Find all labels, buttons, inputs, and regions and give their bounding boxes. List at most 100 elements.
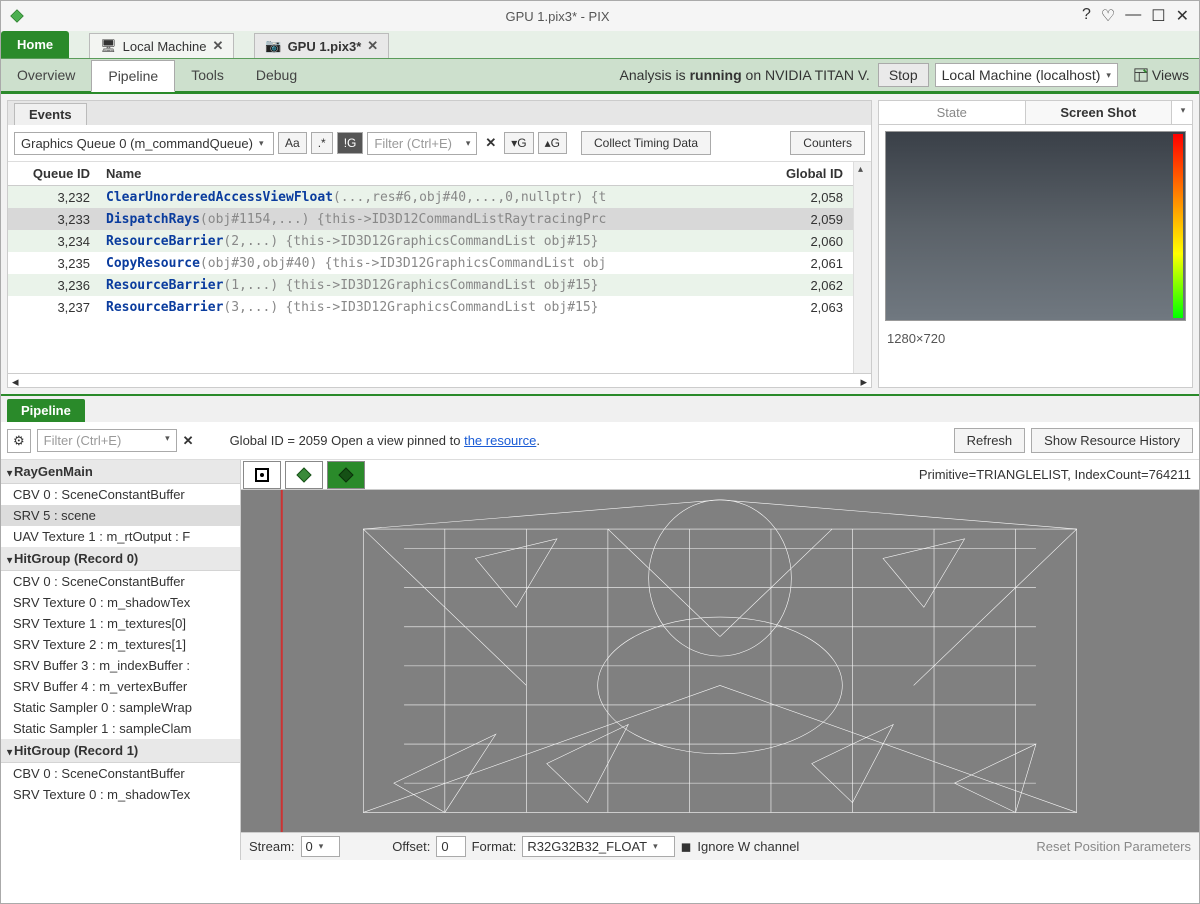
cell-global-id: 2,058 [751,186,851,209]
format-label: Format: [472,839,517,854]
stream-input[interactable]: 0 [301,836,341,857]
screenshot-tab[interactable]: Screen Shot [1026,101,1173,124]
table-row[interactable]: 3,234ResourceBarrier(2,...) {this->ID3D1… [8,230,871,252]
state-tab[interactable]: State [879,101,1026,124]
tree-item[interactable]: SRV Buffer 3 : m_indexBuffer : [1,655,240,676]
cell-queue-id: 3,236 [8,274,98,296]
tree-item[interactable]: SRV Texture 0 : m_shadowTex [1,592,240,613]
stream-label: Stream: [249,839,295,854]
tree-item[interactable]: Static Sampler 1 : sampleClam [1,718,240,739]
table-row[interactable]: 3,232ClearUnorderedAccessViewFloat(...,r… [8,186,871,209]
machine-selector[interactable]: Local Machine (localhost) [935,63,1118,87]
events-vscroll[interactable] [853,162,871,373]
cell-queue-id: 3,232 [8,186,98,209]
cell-queue-id: 3,234 [8,230,98,252]
collect-timing-button[interactable]: Collect Timing Data [581,131,711,155]
cell-queue-id: 3,237 [8,296,98,318]
tab-label: GPU 1.pix3* [288,39,362,54]
show-resource-history-button[interactable]: Show Resource History [1031,428,1193,453]
clear-filter-icon[interactable]: ✕ [481,135,500,151]
tree-item[interactable]: CBV 0 : SceneConstantBuffer [1,484,240,505]
screenshot-menu[interactable] [1172,101,1192,124]
mesh-canvas[interactable] [241,490,1199,832]
events-tab[interactable]: Events [14,103,87,125]
tab-local-machine[interactable]: 🖥 Local Machine ✕ [89,33,234,58]
maximize-icon[interactable]: ☐ [1151,6,1165,26]
tree-group-hitgroup1[interactable]: HitGroup (Record 1) [1,739,240,763]
tree-item[interactable]: SRV Texture 0 : m_shadowTex [1,784,240,805]
minimize-icon[interactable]: — [1125,6,1141,26]
refresh-button[interactable]: Refresh [954,428,1026,453]
case-toggle[interactable]: Aa [278,132,307,154]
subtab-overview[interactable]: Overview [1,60,91,90]
cell-name: ResourceBarrier(2,...) {this->ID3D12Grap… [98,230,751,252]
cell-global-id: 2,063 [751,296,851,318]
regex-toggle[interactable]: .* [311,132,333,154]
col-global-id[interactable]: Global ID [751,162,851,186]
view-mode-wire-overlay-icon[interactable] [327,461,365,489]
events-panel: Events Graphics Queue 0 (m_commandQueue)… [7,100,872,388]
not-g-toggle[interactable]: !G [337,132,364,154]
main-tabs: Home 🖥 Local Machine ✕ 📷 GPU 1.pix3* ✕ [1,31,1199,59]
heatmap-legend [1173,134,1183,318]
cell-name: ResourceBarrier(1,...) {this->ID3D12Grap… [98,274,751,296]
subtab-debug[interactable]: Debug [240,60,313,90]
tree-item[interactable]: Static Sampler 0 : sampleWrap [1,697,240,718]
events-filter-input[interactable]: Filter (Ctrl+E) [367,132,477,155]
feedback-icon[interactable]: ♡ [1101,6,1115,26]
stop-button[interactable]: Stop [878,63,929,87]
subtab-pipeline[interactable]: Pipeline [91,60,175,92]
help-icon[interactable]: ? [1082,6,1091,26]
home-button[interactable]: Home [1,31,69,58]
table-row[interactable]: 3,237ResourceBarrier(3,...) {this->ID3D1… [8,296,871,318]
view-mode-wire-icon[interactable] [285,461,323,489]
offset-label: Offset: [392,839,430,854]
pipeline-tab[interactable]: Pipeline [7,399,85,422]
ignore-w-checkbox[interactable]: ◼ [681,839,692,855]
analysis-status: Analysis is running on NVIDIA TITAN V. [620,67,878,83]
tab-close-icon[interactable]: ✕ [212,38,223,54]
cell-global-id: 2,061 [751,252,851,274]
col-name[interactable]: Name [98,162,751,186]
tree-item[interactable]: SRV Buffer 4 : m_vertexBuffer [1,676,240,697]
tab-close-icon[interactable]: ✕ [367,38,378,54]
ignore-w-label: Ignore W channel [697,839,799,854]
tree-item[interactable]: SRV Texture 2 : m_textures[1] [1,634,240,655]
format-selector[interactable]: R32G32B32_FLOAT [522,836,674,857]
tree-group-raygen[interactable]: RayGenMain [1,460,240,484]
views-button[interactable]: Views [1124,67,1199,83]
table-row[interactable]: 3,233DispatchRays(obj#1154,...) {this->I… [8,208,871,230]
queue-selector[interactable]: Graphics Queue 0 (m_commandQueue) [14,132,274,155]
screenshot-image [885,131,1186,321]
table-row[interactable]: 3,235CopyResource(obj#30,obj#40) {this->… [8,252,871,274]
gear-icon[interactable]: ⚙ [7,429,31,453]
tree-item[interactable]: UAV Texture 1 : m_rtOutput : F [1,526,240,547]
tab-label: Local Machine [123,39,207,54]
subtab-tools[interactable]: Tools [175,60,240,90]
down-g-button[interactable]: ▾G [504,132,533,154]
offset-input[interactable]: 0 [436,836,465,857]
pipeline-filter-input[interactable]: Filter (Ctrl+E) [37,429,177,452]
tree-item[interactable]: CBV 0 : SceneConstantBuffer [1,763,240,784]
mesh-viewer: Primitive=TRIANGLELIST, IndexCount=76421… [241,460,1199,860]
reset-position-button[interactable]: Reset Position Parameters [1036,839,1191,854]
tree-item[interactable]: SRV Texture 1 : m_textures[0] [1,613,240,634]
cell-name: DispatchRays(obj#1154,...) {this->ID3D12… [98,208,751,230]
up-g-button[interactable]: ▴G [538,132,567,154]
screenshot-dimensions: 1280×720 [879,327,1192,350]
events-hscroll[interactable]: ◂▸ [8,373,871,387]
app-logo-icon [7,6,27,26]
close-icon[interactable]: ✕ [1176,6,1189,26]
view-mode-solid-icon[interactable] [243,461,281,489]
tree-item[interactable]: CBV 0 : SceneConstantBuffer [1,571,240,592]
tab-gpu-capture[interactable]: 📷 GPU 1.pix3* ✕ [254,33,389,58]
clear-filter-icon[interactable]: ✕ [183,433,194,449]
cell-global-id: 2,062 [751,274,851,296]
cell-name: ClearUnorderedAccessViewFloat(...,res#6,… [98,186,751,209]
resource-link[interactable]: the resource [464,433,536,448]
counters-button[interactable]: Counters [790,131,865,155]
tree-group-hitgroup0[interactable]: HitGroup (Record 0) [1,547,240,571]
table-row[interactable]: 3,236ResourceBarrier(1,...) {this->ID3D1… [8,274,871,296]
tree-item[interactable]: SRV 5 : scene [1,505,240,526]
col-queue-id[interactable]: Queue ID [8,162,98,186]
